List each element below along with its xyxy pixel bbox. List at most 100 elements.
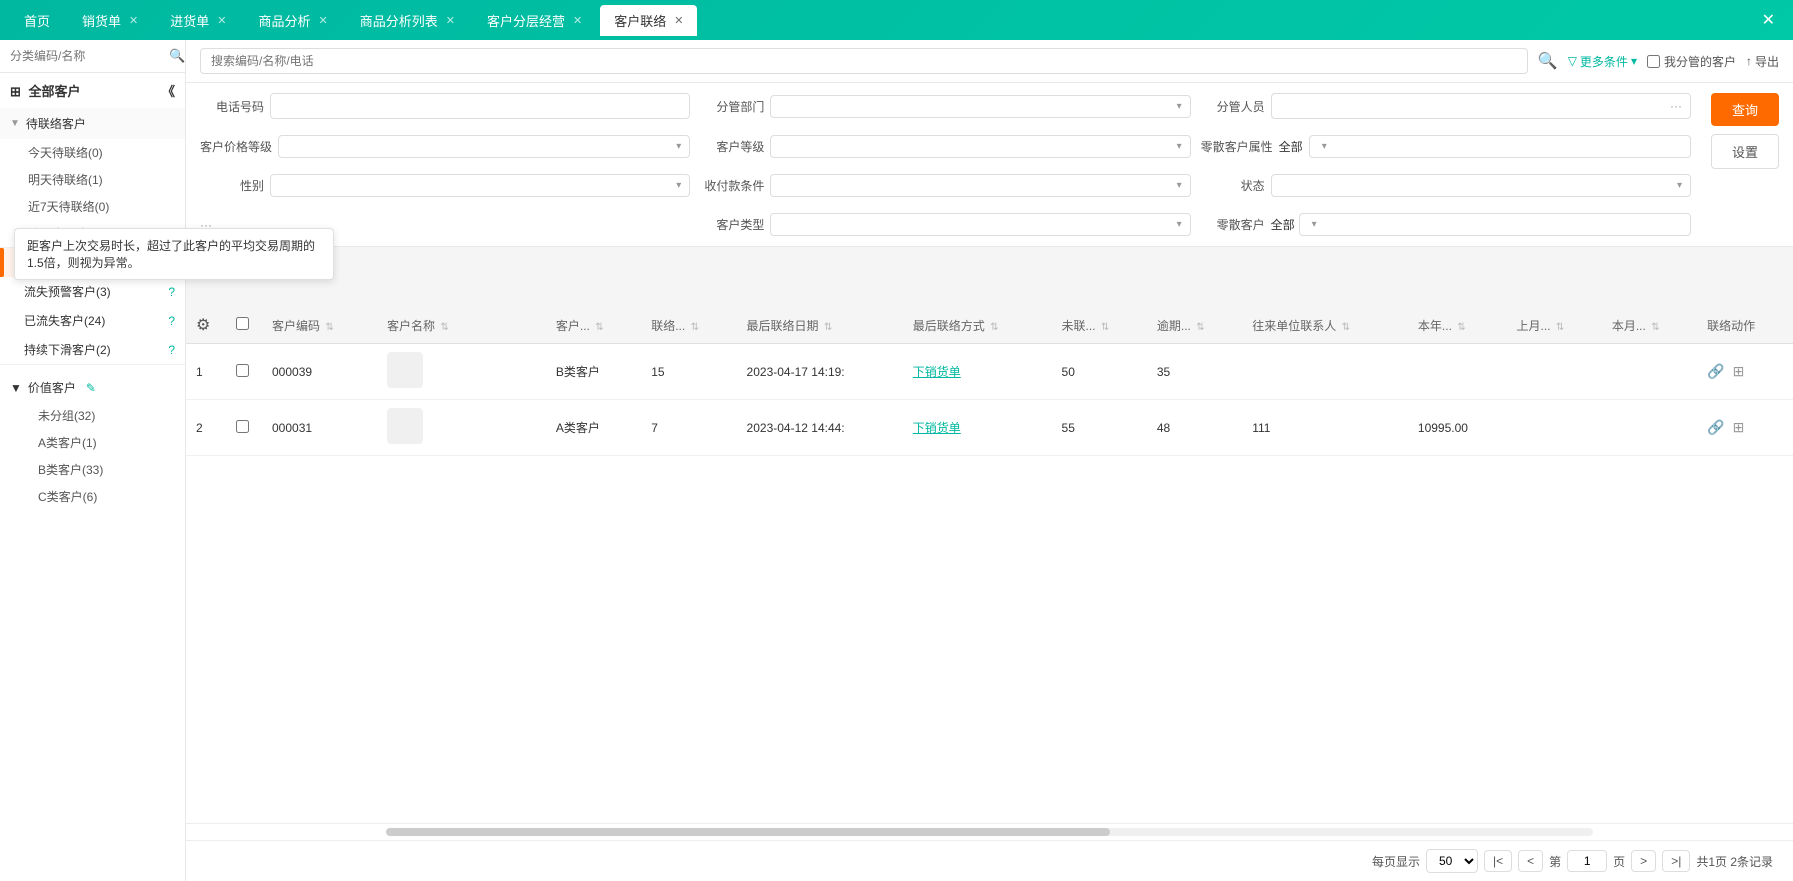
- page-input[interactable]: [1567, 850, 1607, 872]
- sidebar-b-class[interactable]: B类客户(33): [10, 456, 175, 483]
- export-button[interactable]: ↑ 导出: [1746, 53, 1779, 70]
- row2-link-icon[interactable]: 🔗: [1707, 419, 1724, 436]
- col-name-sort[interactable]: ⇅: [440, 322, 448, 333]
- tab-customer-tier[interactable]: 客户分层经营 ✕: [473, 5, 596, 36]
- table-area[interactable]: ⚙ 客户编码 ⇅ 客户名称 ⇅: [186, 307, 1793, 823]
- last-page-button[interactable]: >|: [1662, 850, 1690, 872]
- row2-method-link[interactable]: 下销货单: [913, 421, 961, 435]
- col-contact-sort[interactable]: ⇅: [691, 322, 699, 333]
- sidebar-churn-warning[interactable]: 流失预警客户(3) ?: [0, 277, 185, 306]
- filter-price-level-select[interactable]: ▾: [278, 135, 690, 158]
- scroll-track[interactable]: [386, 828, 1593, 836]
- settings-button[interactable]: 设置: [1711, 134, 1779, 169]
- filter-manager-select[interactable]: ···: [1271, 93, 1691, 119]
- col-cmonth-sort[interactable]: ⇅: [1651, 322, 1659, 333]
- nav-close-all[interactable]: ✕: [1754, 6, 1783, 34]
- select-all-checkbox[interactable]: [236, 317, 249, 330]
- sidebar-declining[interactable]: 持续下滑客户(2) ?: [0, 335, 185, 364]
- row1-last-method[interactable]: 下销货单: [903, 344, 1052, 400]
- prev-page-button[interactable]: <: [1518, 850, 1543, 872]
- col-type-sort[interactable]: ⇅: [595, 322, 603, 333]
- tab-customer-contact-close[interactable]: ✕: [674, 14, 683, 27]
- scroll-thumb[interactable]: [386, 828, 1110, 836]
- per-page-select[interactable]: 50: [1426, 849, 1478, 873]
- row2-grid-icon[interactable]: ⊞: [1733, 419, 1745, 436]
- sidebar-churned[interactable]: 已流失客户(24) ?: [0, 306, 185, 335]
- filter-retail-attr-select[interactable]: ▾: [1309, 135, 1691, 158]
- col-this-month[interactable]: 本月... ⇅: [1602, 307, 1697, 344]
- sidebar-search-icon[interactable]: 🔍: [169, 48, 185, 64]
- col-last-method[interactable]: 最后联络方式 ⇅: [903, 307, 1052, 344]
- search-button[interactable]: 🔍: [1538, 51, 1558, 71]
- row1-checkbox[interactable]: [226, 344, 262, 400]
- my-customers-checkbox[interactable]: [1647, 55, 1660, 68]
- tab-sales[interactable]: 销货单 ✕: [68, 5, 152, 36]
- col-type[interactable]: 客户... ⇅: [546, 307, 641, 344]
- col-this-year[interactable]: 本年... ⇅: [1408, 307, 1507, 344]
- row2-checkbox[interactable]: [226, 400, 262, 456]
- col-date-sort[interactable]: ⇅: [824, 322, 832, 333]
- filter-phone-input[interactable]: [270, 93, 690, 119]
- row1-grid-icon[interactable]: ⊞: [1733, 363, 1745, 380]
- tab-purchase[interactable]: 进货单 ✕: [156, 5, 240, 36]
- col-sort-icon[interactable]: ⇅: [325, 322, 333, 333]
- my-customers-checkbox-label[interactable]: 我分管的客户: [1647, 53, 1736, 70]
- sidebar-search-input[interactable]: [10, 49, 165, 63]
- filter-retail-customer-select[interactable]: ▾: [1299, 213, 1691, 236]
- col-year-sort[interactable]: ⇅: [1457, 322, 1465, 333]
- row2-last-method[interactable]: 下销货单: [903, 400, 1052, 456]
- col-lmonth-sort[interactable]: ⇅: [1556, 322, 1564, 333]
- sidebar-value-edit-icon[interactable]: ✎: [86, 381, 96, 395]
- sidebar-today-contact[interactable]: 今天待联络(0): [0, 139, 185, 166]
- tab-analysis-list-close[interactable]: ✕: [446, 14, 455, 27]
- sidebar-c-class[interactable]: C类客户(6): [10, 483, 175, 510]
- sidebar-collapse-icon[interactable]: 《: [162, 81, 175, 100]
- row2-select[interactable]: [236, 420, 249, 433]
- col-person[interactable]: 往来单位联系人 ⇅: [1242, 307, 1408, 344]
- gear-icon-button[interactable]: ⚙: [196, 315, 210, 335]
- col-person-sort[interactable]: ⇅: [1342, 322, 1350, 333]
- col-uncontacted-sort[interactable]: ⇅: [1101, 322, 1109, 333]
- row1-method-link[interactable]: 下销货单: [913, 365, 961, 379]
- filter-gender-label: 性别: [200, 177, 264, 194]
- sidebar-all-customers[interactable]: ⊞ 全部客户 《: [0, 73, 185, 108]
- query-button[interactable]: 查询: [1711, 93, 1779, 126]
- tab-analysis[interactable]: 商品分析 ✕: [244, 5, 341, 36]
- tab-purchase-close[interactable]: ✕: [217, 14, 226, 27]
- filter-payment-select[interactable]: ▾: [770, 174, 1190, 197]
- tab-home[interactable]: 首页: [10, 5, 64, 36]
- tab-customer-tier-close[interactable]: ✕: [573, 14, 582, 27]
- col-name[interactable]: 客户名称 ⇅: [377, 307, 546, 344]
- filter-customer-type-select[interactable]: ▾: [770, 213, 1190, 236]
- col-overdue[interactable]: 逾期... ⇅: [1147, 307, 1242, 344]
- col-method-sort[interactable]: ⇅: [990, 322, 998, 333]
- search-input[interactable]: [200, 48, 1528, 74]
- col-checkbox[interactable]: [226, 307, 262, 344]
- filter-dept-select[interactable]: ▾: [770, 95, 1190, 118]
- col-last-month[interactable]: 上月... ⇅: [1507, 307, 1602, 344]
- col-code[interactable]: 客户编码 ⇅: [262, 307, 377, 344]
- col-uncontacted[interactable]: 未联... ⇅: [1052, 307, 1147, 344]
- sidebar-tomorrow-contact[interactable]: 明天待联络(1): [0, 166, 185, 193]
- row1-link-icon[interactable]: 🔗: [1707, 363, 1724, 380]
- row1-select[interactable]: [236, 364, 249, 377]
- col-overdue-sort[interactable]: ⇅: [1196, 322, 1204, 333]
- col-contact-count[interactable]: 联络... ⇅: [641, 307, 736, 344]
- first-page-button[interactable]: |<: [1484, 850, 1512, 872]
- tab-sales-close[interactable]: ✕: [129, 14, 138, 27]
- more-conditions-button[interactable]: ▽ 更多条件 ▾: [1568, 53, 1637, 70]
- tab-customer-contact[interactable]: 客户联络 ✕: [600, 5, 697, 36]
- filter-customer-level-select[interactable]: ▾: [770, 135, 1190, 158]
- col-gear[interactable]: ⚙: [186, 307, 226, 344]
- sidebar-value-header[interactable]: ▼ 价值客户 ✎: [10, 373, 175, 402]
- col-last-date[interactable]: 最后联络日期 ⇅: [737, 307, 903, 344]
- next-page-button[interactable]: >: [1631, 850, 1656, 872]
- filter-gender-select[interactable]: ▾: [270, 174, 690, 197]
- sidebar-ungrouped[interactable]: 未分组(32): [10, 402, 175, 429]
- filter-status-select[interactable]: ▾: [1271, 174, 1691, 197]
- sidebar-7day-contact[interactable]: 近7天待联络(0): [0, 193, 185, 220]
- sidebar-waiting-contact-header[interactable]: ▼ 待联络客户: [0, 108, 185, 139]
- tab-analysis-list[interactable]: 商品分析列表 ✕: [346, 5, 469, 36]
- sidebar-a-class[interactable]: A类客户(1): [10, 429, 175, 456]
- tab-analysis-close[interactable]: ✕: [319, 14, 328, 27]
